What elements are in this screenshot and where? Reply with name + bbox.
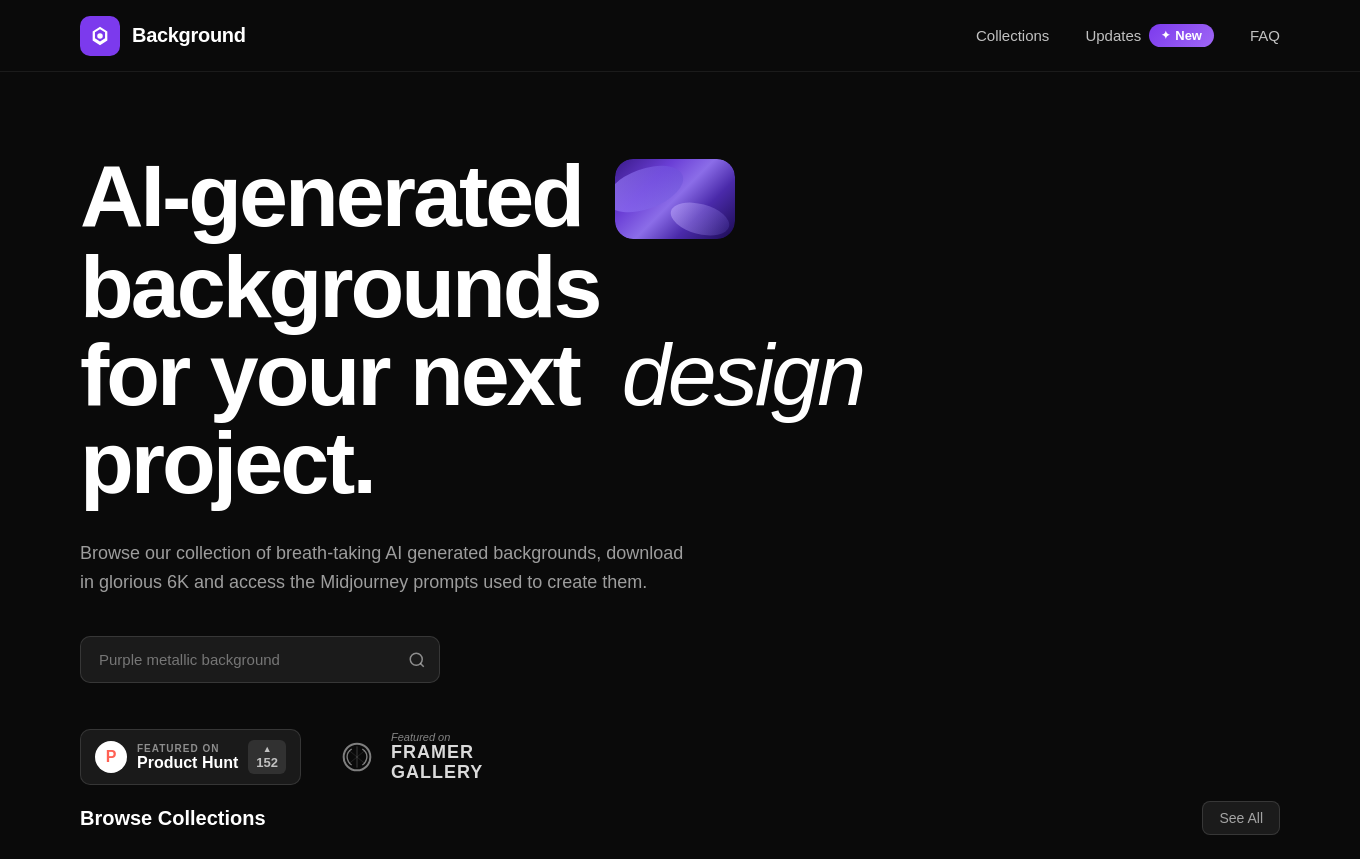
framer-badge[interactable]: Featured on FRAMER GALLERY bbox=[321, 723, 497, 791]
nav-updates-wrap: Updates ✦ New bbox=[1085, 24, 1214, 47]
browse-section: Browse Collections See All bbox=[80, 801, 1280, 835]
logo-text: Background bbox=[132, 24, 246, 47]
product-hunt-badge[interactable]: P FEATURED ON Product Hunt ▲ 152 bbox=[80, 729, 301, 785]
nav-updates[interactable]: Updates bbox=[1085, 27, 1141, 44]
new-badge[interactable]: ✦ New bbox=[1149, 24, 1214, 47]
new-badge-star-icon: ✦ bbox=[1161, 29, 1170, 42]
framer-gallery-name: FRAMER GALLERY bbox=[391, 743, 483, 783]
navigation: Background Collections Updates ✦ New FAQ bbox=[0, 0, 1360, 72]
product-hunt-label: FEATURED ON bbox=[137, 743, 238, 754]
search-button[interactable] bbox=[408, 651, 426, 669]
new-badge-label: New bbox=[1175, 28, 1202, 43]
logo-icon bbox=[80, 16, 120, 56]
browse-collections-title: Browse Collections bbox=[80, 807, 266, 830]
search-container bbox=[80, 636, 440, 683]
search-icon bbox=[408, 651, 426, 669]
svg-line-2 bbox=[420, 663, 423, 666]
product-hunt-upvote: ▲ 152 bbox=[248, 740, 286, 774]
headline-part2: backgrounds bbox=[80, 237, 600, 336]
headline-italic: design bbox=[622, 325, 863, 424]
nav-faq[interactable]: FAQ bbox=[1250, 27, 1280, 44]
hero-subtitle: Browse our collection of breath-taking A… bbox=[80, 539, 760, 597]
framer-text: Featured on FRAMER GALLERY bbox=[391, 731, 483, 783]
metallic-thumbnail bbox=[615, 159, 735, 239]
svg-point-0 bbox=[97, 33, 103, 39]
product-hunt-count: 152 bbox=[256, 755, 278, 770]
headline-part4: project. bbox=[80, 413, 374, 512]
framer-logo bbox=[335, 735, 379, 779]
product-hunt-text: FEATURED ON Product Hunt bbox=[137, 743, 238, 772]
svg-point-1 bbox=[410, 653, 422, 665]
nav-links: Collections Updates ✦ New FAQ bbox=[976, 24, 1280, 47]
hero-section: AI-generated backgrounds for your next d… bbox=[0, 72, 1100, 851]
hero-inline-image bbox=[615, 159, 735, 239]
product-hunt-logo-letter: P bbox=[106, 748, 117, 766]
product-hunt-logo: P bbox=[95, 741, 127, 773]
hero-headline: AI-generated backgrounds for your next d… bbox=[80, 152, 1020, 507]
see-all-button[interactable]: See All bbox=[1202, 801, 1280, 835]
badges-row: P FEATURED ON Product Hunt ▲ 152 bbox=[80, 723, 1020, 791]
search-input[interactable] bbox=[80, 636, 440, 683]
subtitle-line1: Browse our collection of breath-taking A… bbox=[80, 543, 683, 563]
subtitle-line2: in glorious 6K and access the Midjourney… bbox=[80, 572, 647, 592]
nav-collections[interactable]: Collections bbox=[976, 27, 1049, 44]
product-hunt-name: Product Hunt bbox=[137, 754, 238, 772]
logo-link[interactable]: Background bbox=[80, 16, 246, 56]
headline-part1: AI-generated bbox=[80, 146, 582, 245]
headline-part3: for your next bbox=[80, 325, 579, 424]
upvote-arrow-icon: ▲ bbox=[263, 744, 272, 754]
